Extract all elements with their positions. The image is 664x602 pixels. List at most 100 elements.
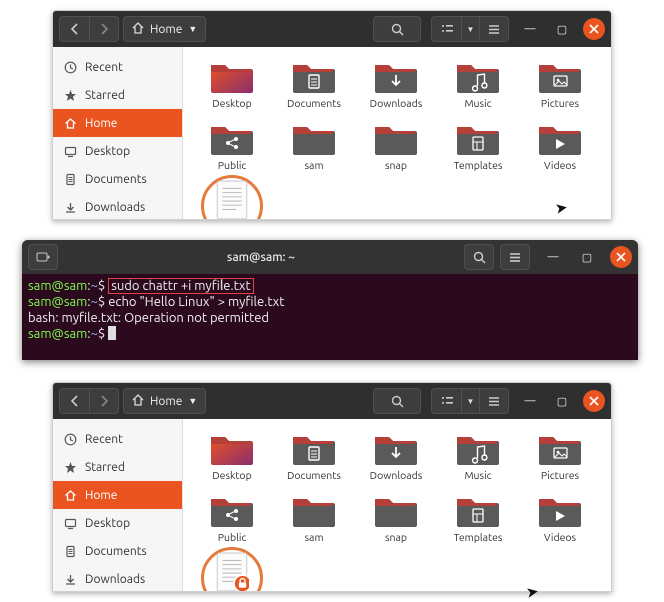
sidebar-item-desktop[interactable]: Desktop — [53, 137, 182, 165]
folder-downloads[interactable]: Downloads — [361, 57, 431, 109]
sidebar-item-label: Documents — [85, 173, 147, 186]
search-button[interactable] — [373, 16, 421, 42]
folder-downloads[interactable]: Downloads — [361, 429, 431, 481]
sidebar-item-starred[interactable]: Starred — [53, 81, 182, 109]
clock-icon — [63, 433, 77, 446]
folder-icon — [537, 119, 583, 157]
star-icon — [63, 89, 77, 102]
sidebar-item-documents[interactable]: Documents — [53, 537, 182, 565]
view-dropdown-button[interactable]: ▼ — [461, 16, 479, 42]
file-myfile[interactable]: myfile.txt — [197, 553, 267, 592]
desktop-icon — [63, 145, 77, 158]
item-label: Downloads — [370, 97, 423, 109]
close-button[interactable] — [583, 390, 605, 412]
sidebar-item-label: Desktop — [85, 145, 130, 158]
folder-public[interactable]: Public — [197, 491, 267, 543]
home-icon — [63, 489, 77, 502]
path-label: Home — [150, 395, 182, 408]
view-list-button[interactable] — [431, 388, 461, 414]
view-list-button[interactable] — [431, 16, 461, 42]
path-label: Home — [150, 23, 182, 36]
terminal-window: sam@sam: ~ — ▢ sam@sam:~$ sudo chattr +i… — [22, 240, 638, 360]
term-close-button[interactable] — [610, 246, 632, 268]
folder-snap[interactable]: snap — [361, 119, 431, 171]
folder-pictures[interactable]: Pictures — [525, 57, 595, 109]
prompt-user: sam@sam — [28, 279, 87, 293]
folder-videos[interactable]: Videos — [525, 119, 595, 171]
nav-forward-button[interactable] — [89, 388, 119, 414]
sidebar-item-starred[interactable]: Starred — [53, 453, 182, 481]
search-button[interactable] — [373, 388, 421, 414]
path-bar[interactable]: Home ▼ — [123, 16, 206, 42]
term-title: sam@sam: ~ — [64, 251, 458, 264]
folder-icon — [455, 119, 501, 157]
folder-icon — [291, 119, 337, 157]
folder-videos[interactable]: Videos — [525, 491, 595, 543]
doc-icon — [63, 173, 77, 186]
folder-sam[interactable]: sam — [279, 491, 349, 543]
item-label: Public — [218, 531, 247, 543]
item-label: Desktop — [212, 469, 251, 481]
folder-documents[interactable]: Documents — [279, 57, 349, 109]
sidebar-item-label: Home — [85, 489, 117, 502]
sidebar-item-desktop[interactable]: Desktop — [53, 509, 182, 537]
sidebar-item-recent[interactable]: Recent — [53, 425, 182, 453]
folder-pictures[interactable]: Pictures — [525, 429, 595, 481]
folder-documents[interactable]: Documents — [279, 429, 349, 481]
new-tab-button[interactable] — [28, 244, 58, 270]
folder-icon — [537, 429, 583, 467]
hamburger-menu-button[interactable] — [479, 388, 509, 414]
nav-back-button[interactable] — [59, 16, 89, 42]
folder-sam[interactable]: sam — [279, 119, 349, 171]
minimize-button[interactable]: — — [519, 390, 541, 412]
sidebar-item-recent[interactable]: Recent — [53, 53, 182, 81]
sidebar-item-downloads[interactable]: Downloads — [53, 193, 182, 220]
terminal-body[interactable]: sam@sam:~$ sudo chattr +i myfile.txt sam… — [22, 274, 638, 352]
folder-desktop[interactable]: Desktop — [197, 429, 267, 481]
file-myfile[interactable]: myfile.txt — [197, 181, 267, 220]
folder-icon — [373, 57, 419, 95]
sidebar-item-label: Home — [85, 117, 117, 130]
sidebar: Recent Starred Home DesktopDocumentsDownloa… — [53, 419, 183, 591]
maximize-button[interactable]: ▢ — [551, 390, 573, 412]
hamburger-menu-button[interactable] — [479, 16, 509, 42]
fm-titlebar: Home ▼ ▼ — ▢ — [53, 383, 611, 419]
folder-templates[interactable]: Templates — [443, 491, 513, 543]
view-dropdown-button[interactable]: ▼ — [461, 388, 479, 414]
file-manager-window-top: Home ▼ ▼ — ▢ RecentStarred Home Desktop Doc… — [52, 10, 612, 220]
item-label: Pictures — [541, 97, 579, 109]
term-output-line: bash: myfile.txt: Operation not permitte… — [28, 311, 269, 325]
folder-desktop[interactable]: Desktop — [197, 57, 267, 109]
sidebar-item-home[interactable]: Home — [53, 109, 182, 137]
folder-templates[interactable]: Templates — [443, 119, 513, 171]
term-maximize-button[interactable]: ▢ — [576, 246, 598, 268]
close-button[interactable] — [583, 18, 605, 40]
term-menu-button[interactable] — [500, 244, 530, 270]
folder-icon — [455, 429, 501, 467]
item-label: Templates — [454, 531, 503, 543]
item-label: Videos — [544, 159, 576, 171]
item-label: Desktop — [212, 97, 251, 109]
file-grid: Desktop Documents Downloads Music Pictures Pu… — [183, 47, 611, 219]
folder-music[interactable]: Music — [443, 57, 513, 109]
folder-icon — [291, 491, 337, 529]
sidebar-item-home[interactable]: Home — [53, 481, 182, 509]
nav-back-button[interactable] — [59, 388, 89, 414]
folder-public[interactable]: Public — [197, 119, 267, 171]
sidebar-item-documents[interactable]: Documents — [53, 165, 182, 193]
term-search-button[interactable] — [464, 244, 494, 270]
text-file-icon — [209, 553, 255, 591]
maximize-button[interactable]: ▢ — [551, 18, 573, 40]
prompt-user: sam@sam — [28, 295, 87, 309]
nav-forward-button[interactable] — [89, 16, 119, 42]
minimize-button[interactable]: — — [519, 18, 541, 40]
folder-music[interactable]: Music — [443, 429, 513, 481]
path-bar[interactable]: Home ▼ — [123, 388, 206, 414]
folder-icon — [291, 429, 337, 467]
term-minimize-button[interactable]: — — [542, 246, 564, 268]
prompt-path: ~ — [91, 295, 98, 309]
item-label: Public — [218, 159, 247, 171]
folder-snap[interactable]: snap — [361, 491, 431, 543]
sidebar-item-downloads[interactable]: Downloads — [53, 565, 182, 592]
sidebar-item-label: Recent — [85, 433, 123, 446]
